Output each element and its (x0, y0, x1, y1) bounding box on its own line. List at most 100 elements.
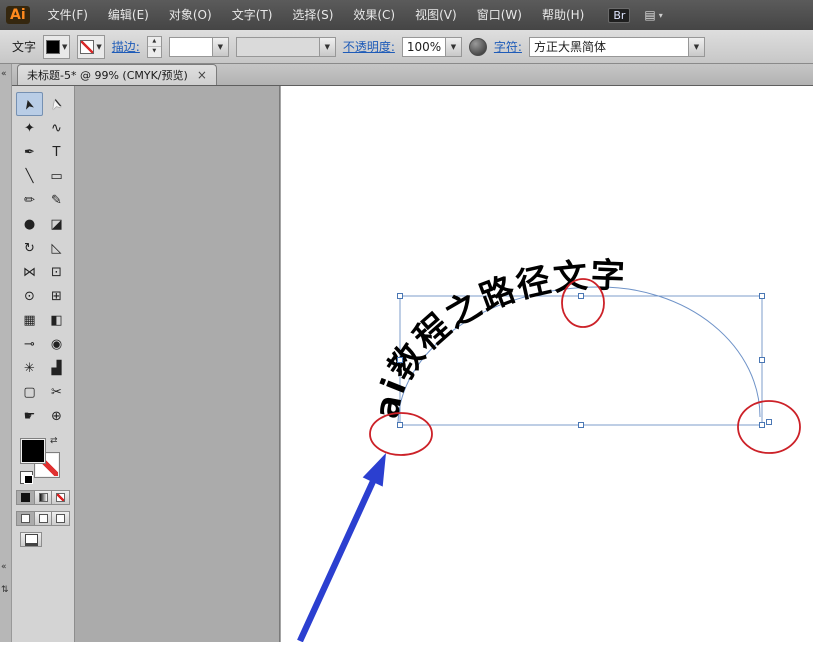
caret-down-icon: ▼ (96, 42, 102, 51)
document-tab[interactable]: 未标题-5* @ 99% (CMYK/预览) × (17, 64, 217, 85)
menu-view[interactable]: 视图(V) (405, 0, 467, 30)
canvas-area[interactable]: ai教程之路径文字 (75, 79, 813, 645)
tool-pencil[interactable]: ✎ (43, 188, 70, 212)
tool-perspective-grid[interactable]: ⊞ (43, 284, 70, 308)
menu-select[interactable]: 选择(S) (282, 0, 343, 30)
caret-down-icon[interactable]: ▼ (444, 37, 461, 56)
selection-handle[interactable] (759, 293, 765, 299)
variable-width-profile-combo[interactable]: ▼ (235, 36, 336, 57)
canvas-svg[interactable]: ai教程之路径文字 (75, 79, 813, 645)
tool-type[interactable]: T (43, 140, 70, 164)
opacity-combo[interactable]: 100% ▼ (401, 36, 462, 57)
tool-symbol-sprayer[interactable]: ✳ (16, 356, 43, 380)
tool-lasso[interactable]: ∿ (43, 116, 70, 140)
stroke-weight-stepper[interactable]: ▲ ▼ (146, 35, 162, 58)
selection-handle[interactable] (397, 293, 403, 299)
tool-eraser[interactable]: ◪ (43, 212, 70, 236)
recolor-artwork-icon[interactable] (468, 37, 487, 56)
selection-handle[interactable] (759, 357, 765, 363)
character-panel-link[interactable]: 字符: (494, 38, 522, 55)
tool-rotate[interactable]: ↻ (16, 236, 43, 260)
color-button[interactable] (16, 490, 35, 505)
document-tab-bar: 未标题-5* @ 99% (CMYK/预览) × (12, 64, 813, 86)
tool-blob-brush[interactable]: ● (16, 212, 43, 236)
app-logo[interactable]: Ai (6, 6, 30, 24)
swap-fill-stroke-icon[interactable]: ⇄ (50, 436, 58, 446)
selection-handle[interactable] (397, 357, 403, 363)
color-mode-buttons (16, 490, 71, 505)
tool-magic-wand[interactable]: ✦ (16, 116, 43, 140)
tool-rectangle[interactable]: ▭ (43, 164, 70, 188)
path-anchor-handle[interactable] (766, 419, 772, 425)
document-title: 未标题-5* @ 99% (CMYK/预览) (27, 69, 188, 82)
stroke-weight-combo[interactable]: ▼ (168, 36, 229, 57)
menu-object[interactable]: 对象(O) (159, 0, 222, 30)
fill-color-picker[interactable]: ▼ (43, 34, 71, 59)
panel-dock-strip: « « ⇅ (0, 64, 12, 642)
tool-paintbrush[interactable]: ✏ (16, 188, 43, 212)
none-button[interactable] (52, 490, 71, 505)
menu-help[interactable]: 帮助(H) (532, 0, 594, 30)
selection-handle[interactable] (759, 422, 765, 428)
collapse-panels-icon[interactable]: « (1, 563, 7, 572)
selection-handle[interactable] (578, 422, 584, 428)
stroke-color-picker[interactable]: ▼ (77, 34, 105, 59)
draw-normal-button[interactable] (16, 511, 35, 526)
close-icon[interactable]: × (197, 69, 207, 81)
fill-color-swatch[interactable] (22, 440, 44, 462)
draw-inside-button[interactable] (52, 511, 71, 526)
opacity-value: 100% (406, 39, 442, 54)
tool-gradient[interactable]: ◧ (43, 308, 70, 332)
tool-slice[interactable]: ✂ (43, 380, 70, 404)
tool-blend[interactable]: ◉ (43, 332, 70, 356)
tool-width[interactable]: ⋈ (16, 260, 43, 284)
tool-selection[interactable]: ➤ (16, 92, 43, 116)
draw-behind-icon (38, 514, 48, 523)
gradient-icon (38, 493, 48, 502)
stroke-panel-link[interactable]: 描边: (112, 38, 140, 55)
selection-handle[interactable] (578, 293, 584, 299)
tool-hand[interactable]: ☛ (16, 404, 43, 428)
caret-down-icon[interactable]: ▼ (211, 37, 228, 56)
tool-eyedropper[interactable]: ⊸ (16, 332, 43, 356)
caret-down-icon[interactable]: ▼ (687, 37, 704, 56)
gradient-button[interactable] (34, 490, 53, 505)
stepper-down-icon[interactable]: ▼ (148, 47, 161, 57)
tool-artboard[interactable]: ▢ (16, 380, 43, 404)
selection-handle[interactable] (397, 422, 403, 428)
tool-mesh[interactable]: ▦ (16, 308, 43, 332)
variable-width-value (237, 38, 319, 56)
workspace-switcher[interactable]: ▤ ▾ (644, 8, 662, 22)
caret-down-icon[interactable]: ▼ (318, 37, 335, 56)
font-family-combo[interactable]: 方正大黑简体 ▼ (528, 36, 705, 57)
tool-line-segment[interactable]: ╲ (16, 164, 43, 188)
drawing-mode-buttons (16, 511, 71, 526)
stepper-up-icon[interactable]: ▲ (147, 37, 161, 47)
draw-inside-icon (56, 514, 66, 523)
tool-pen[interactable]: ✒ (16, 140, 43, 164)
draw-behind-button[interactable] (34, 511, 53, 526)
resize-dock-icon[interactable]: ⇅ (1, 586, 9, 595)
artboard (279, 79, 813, 645)
caret-down-icon: ▼ (62, 42, 68, 51)
screen-mode-button[interactable] (20, 532, 42, 547)
menu-file[interactable]: 文件(F) (38, 0, 98, 30)
selection-tool-icon: ➤ (20, 96, 39, 112)
menubar-right-icons: Br ▤ ▾ (608, 7, 663, 23)
tool-zoom[interactable]: ⊕ (43, 404, 70, 428)
color-icon (20, 493, 30, 502)
menu-window[interactable]: 窗口(W) (467, 0, 532, 30)
menu-edit[interactable]: 编辑(E) (98, 0, 159, 30)
bridge-icon[interactable]: Br (608, 7, 631, 23)
tool-column-graph[interactable]: ▟ (43, 356, 70, 380)
tool-direct-selection[interactable]: ➤ (43, 92, 70, 116)
tool-free-transform[interactable]: ⊡ (43, 260, 70, 284)
opacity-panel-link[interactable]: 不透明度: (343, 38, 395, 55)
menu-effect[interactable]: 效果(C) (343, 0, 405, 30)
collapse-panels-icon[interactable]: « (1, 70, 7, 79)
default-fill-stroke-icon[interactable] (20, 471, 33, 484)
tool-shape-builder[interactable]: ⊙ (16, 284, 43, 308)
menu-type[interactable]: 文字(T) (222, 0, 283, 30)
tool-scale[interactable]: ◺ (43, 236, 70, 260)
font-family-value: 方正大黑简体 (533, 39, 606, 54)
